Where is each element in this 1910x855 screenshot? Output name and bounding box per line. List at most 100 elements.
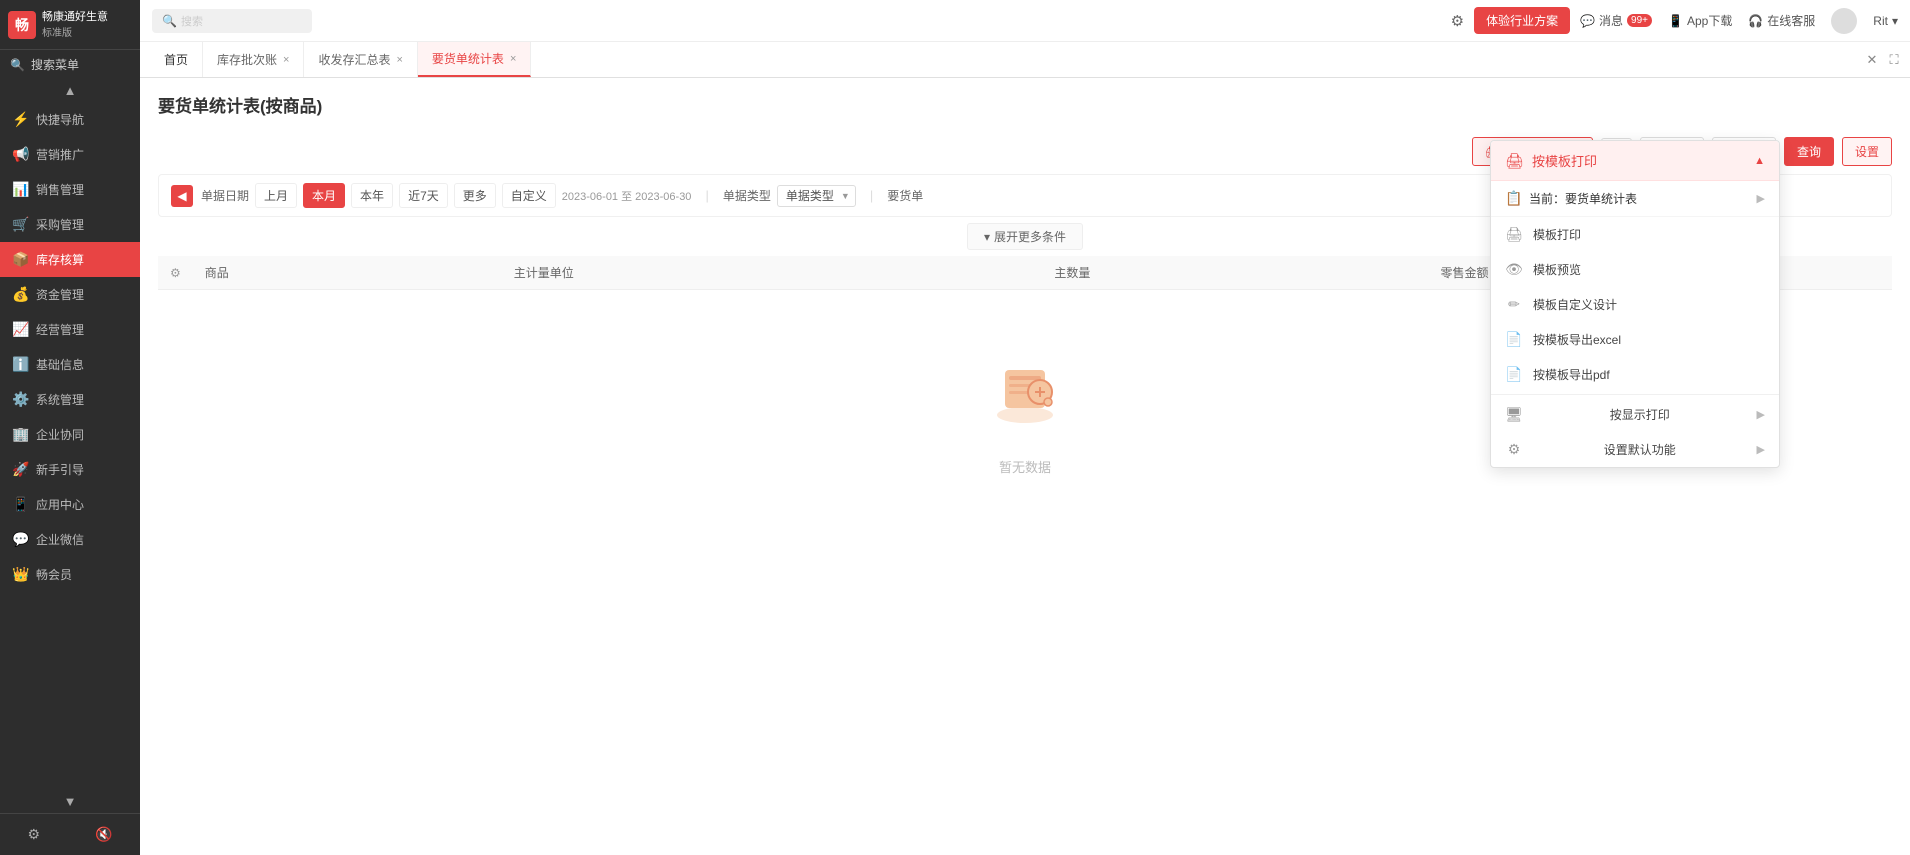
dropdown-collapse-icon: ▲: [1754, 155, 1765, 167]
filter-collapse-btn[interactable]: ◀: [171, 185, 193, 207]
sidebar-item-basic[interactable]: ℹ️ 基础信息: [0, 347, 140, 382]
display-print-item[interactable]: 🖥 按显示打印 ▶: [1491, 397, 1779, 432]
sidebar-audio-btn[interactable]: 🔇: [87, 822, 120, 847]
sidebar-label-inventory: 库存核算: [36, 251, 84, 268]
sidebar-icon-finance: 💰: [12, 286, 28, 303]
topbar-gear-icon[interactable]: ⚙: [1451, 12, 1464, 30]
sidebar-search[interactable]: 🔍 搜索菜单: [0, 50, 140, 79]
sidebar-icon-guide: 🚀: [12, 461, 28, 478]
template-export-excel-label: 按模板导出excel: [1533, 331, 1765, 348]
sidebar-item-guide[interactable]: 🚀新手引导: [0, 452, 140, 487]
tab-label-inventory-batch: 库存批次账: [217, 51, 277, 68]
tab-inventory-batch[interactable]: 库存批次账 ×: [203, 42, 304, 77]
sidebar-label-basic: 基础信息: [36, 356, 84, 373]
sidebar-item-operation[interactable]: 📈经营管理: [0, 312, 140, 347]
sidebar-item-inventory[interactable]: 📦库存核算: [0, 242, 140, 277]
template-print-label: 模板打印: [1533, 226, 1765, 243]
sidebar-item-system[interactable]: ⚙️系统管理: [0, 382, 140, 417]
th-settings: ⚙: [158, 256, 193, 290]
th-quantity: 主数量: [1042, 256, 1428, 290]
dropdown-divider1: [1491, 394, 1779, 395]
prev-month-btn[interactable]: 上月: [255, 183, 297, 208]
order-type-select[interactable]: 单据类型: [777, 185, 856, 207]
empty-text: 暂无数据: [999, 457, 1051, 476]
user-avatar[interactable]: [1831, 8, 1857, 34]
tab-close-order-stats[interactable]: ×: [510, 53, 516, 65]
phone-icon: 📱: [1668, 14, 1683, 28]
sidebar-item-member[interactable]: 👑畅会员: [0, 557, 140, 592]
tab-home[interactable]: 首页: [150, 42, 203, 77]
app-download-btn[interactable]: 📱 App下载: [1668, 12, 1732, 29]
dropdown-current[interactable]: 📋 当前：要货单统计表 ▶: [1491, 181, 1779, 217]
dropdown-header[interactable]: 🖨 按模板打印 ▲: [1491, 141, 1779, 181]
trial-btn[interactable]: 体验行业方案: [1474, 7, 1570, 34]
more-date-btn[interactable]: 更多: [454, 183, 496, 208]
sidebar-icon-marketing: 📢: [12, 146, 28, 163]
set-default-arrow: ▶: [1757, 443, 1765, 456]
headset-icon: 🎧: [1748, 14, 1763, 28]
current-label-icon: 📋: [1505, 190, 1523, 207]
print-template-dropdown: 🖨 按模板打印 ▲ 📋 当前：要货单统计表 ▶ 🖨 模板打印 👁 模板预览 ✏ …: [1490, 140, 1780, 468]
order-goods-section: 要货单: [887, 187, 923, 204]
logo-icon: 畅: [8, 11, 36, 39]
sidebar-item-quick-nav[interactable]: ⚡快捷导航: [0, 102, 140, 137]
sidebar-label-system: 系统管理: [36, 391, 84, 408]
messages-btn[interactable]: 💬 消息 99+: [1580, 12, 1652, 29]
current-label-text: 当前：要货单统计表: [1529, 190, 1637, 207]
sidebar-item-marketing[interactable]: 📢营销推广: [0, 137, 140, 172]
page-title: 要货单统计表(按商品): [158, 92, 1892, 117]
expand-more-btn[interactable]: ▾ 展开更多条件: [967, 223, 1083, 250]
online-service-btn[interactable]: 🎧 在线客服: [1748, 12, 1815, 29]
tab-order-stats[interactable]: 要货单统计表×: [418, 42, 531, 77]
template-export-excel-icon: 📄: [1505, 331, 1523, 348]
set-default-label: 设置默认功能: [1604, 441, 1676, 458]
this-year-btn[interactable]: 本年: [351, 183, 393, 208]
sidebar-label-wechat: 企业微信: [36, 531, 84, 548]
expand-icon: ▾: [984, 230, 990, 244]
sidebar-label-sales: 销售管理: [36, 181, 84, 198]
topbar: 🔍 搜索 ⚙ 体验行业方案 💬 消息 99+ 📱 App下载 🎧 在线客服 Ri…: [140, 0, 1910, 42]
maximize-btn[interactable]: ⛶: [1886, 52, 1902, 68]
template-export-excel-item[interactable]: 📄 按模板导出excel: [1491, 322, 1779, 357]
search-icon: 🔍: [162, 14, 177, 28]
tab-close-inventory-batch[interactable]: ×: [283, 54, 289, 66]
tab-label-home: 首页: [164, 51, 188, 68]
sidebar-item-enterprise[interactable]: 🏢企业协同: [0, 417, 140, 452]
tab-revenue-summary[interactable]: 收发存汇总表 ×: [304, 42, 417, 77]
sidebar-item-sales[interactable]: 📊销售管理: [0, 172, 140, 207]
display-print-label: 按显示打印: [1610, 406, 1670, 423]
tab-label-revenue-summary: 收发存汇总表: [318, 51, 390, 68]
order-type-section: 单据类型 单据类型: [723, 185, 856, 207]
template-custom-item[interactable]: ✏ 模板自定义设计: [1491, 287, 1779, 322]
sidebar-label-purchase: 采购管理: [36, 216, 84, 233]
sidebar-icon-basic: ℹ️: [12, 356, 28, 373]
sidebar-item-finance[interactable]: 💰资金管理: [0, 277, 140, 312]
sidebar-label-member: 畅会员: [36, 566, 72, 583]
search-icon: 🔍: [10, 58, 25, 72]
custom-date-btn[interactable]: 自定义: [502, 183, 556, 208]
sidebar-item-wechat[interactable]: 💬企业微信: [0, 522, 140, 557]
template-export-pdf-item[interactable]: 📄 按模板导出pdf: [1491, 357, 1779, 392]
order-type-label: 单据类型: [723, 187, 771, 204]
page-header: 要货单统计表(按商品): [140, 78, 1910, 129]
sidebar-scroll-down[interactable]: ▼: [0, 790, 140, 813]
query-btn[interactable]: 查询: [1784, 137, 1834, 166]
column-settings-icon[interactable]: ⚙: [170, 266, 181, 280]
user-name[interactable]: Rit ▾: [1873, 14, 1898, 28]
template-print-item[interactable]: 🖨 模板打印: [1491, 217, 1779, 252]
sidebar-scroll-up[interactable]: ▲: [0, 79, 140, 102]
order-goods-label: 要货单: [887, 187, 923, 204]
sidebar-item-purchase[interactable]: 🛒采购管理: [0, 207, 140, 242]
topbar-search[interactable]: 🔍 搜索: [152, 9, 312, 33]
template-preview-item[interactable]: 👁 模板预览: [1491, 252, 1779, 287]
template-preview-label: 模板预览: [1533, 261, 1765, 278]
tab-close-revenue-summary[interactable]: ×: [396, 54, 402, 66]
set-default-item[interactable]: ⚙ 设置默认功能 ▶: [1491, 432, 1779, 467]
last7days-btn[interactable]: 近7天: [399, 183, 448, 208]
this-month-btn[interactable]: 本月: [303, 183, 345, 208]
dropdown-header-left: 🖨 按模板打印: [1505, 151, 1597, 170]
settings-btn[interactable]: 设置: [1842, 137, 1892, 166]
sidebar-settings-btn[interactable]: ⚙: [20, 822, 49, 847]
close-window-btn[interactable]: ✕: [1864, 52, 1880, 68]
sidebar-item-appstore[interactable]: 📱应用中心: [0, 487, 140, 522]
